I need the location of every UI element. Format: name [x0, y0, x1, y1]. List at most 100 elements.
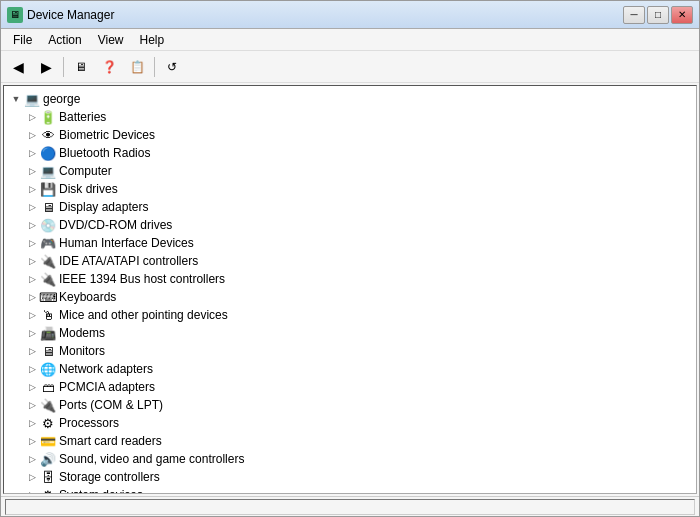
device-label: Bluetooth Radios — [59, 146, 150, 160]
device-icon: 💿 — [40, 217, 56, 233]
tree-item[interactable]: ▷🔌Ports (COM & LPT) — [4, 396, 696, 414]
statusbar — [1, 496, 699, 516]
tree-expander[interactable]: ▷ — [24, 127, 40, 143]
device-label: Processors — [59, 416, 119, 430]
forward-button[interactable]: ▶ — [33, 55, 59, 79]
device-label: Modems — [59, 326, 105, 340]
tree-item[interactable]: ▷🖱Mice and other pointing devices — [4, 306, 696, 324]
device-label: Batteries — [59, 110, 106, 124]
device-label: Keyboards — [59, 290, 116, 304]
tree-expander[interactable]: ▷ — [24, 325, 40, 341]
device-icon: 🔌 — [40, 253, 56, 269]
tree-item[interactable]: ▷🔊Sound, video and game controllers — [4, 450, 696, 468]
device-icon: 🗃 — [40, 379, 56, 395]
device-icon: 💻 — [24, 91, 40, 107]
tree-expander[interactable]: ▷ — [24, 379, 40, 395]
tree-expander[interactable]: ▷ — [24, 397, 40, 413]
tree-expander[interactable]: ▷ — [24, 469, 40, 485]
device-label: Human Interface Devices — [59, 236, 194, 250]
tree-item[interactable]: ▷⚙Processors — [4, 414, 696, 432]
toolbar-separator-2 — [154, 57, 155, 77]
close-button[interactable]: ✕ — [671, 6, 693, 24]
tree-item[interactable]: ▷🔌IEEE 1394 Bus host controllers — [4, 270, 696, 288]
tree-expander[interactable]: ▷ — [24, 199, 40, 215]
tree-expander[interactable]: ▷ — [24, 109, 40, 125]
tree-item[interactable]: ▷🔌IDE ATA/ATAPI controllers — [4, 252, 696, 270]
tree-expander[interactable]: ▷ — [24, 253, 40, 269]
tree-root-node[interactable]: ▼💻george — [4, 90, 696, 108]
tree-expander[interactable]: ▷ — [24, 163, 40, 179]
tree-expander[interactable]: ▷ — [24, 181, 40, 197]
device-icon: 🔵 — [40, 145, 56, 161]
device-icon: ⚙ — [40, 415, 56, 431]
tree-expander[interactable]: ▷ — [24, 235, 40, 251]
device-icon: 🔌 — [40, 271, 56, 287]
device-label: Ports (COM & LPT) — [59, 398, 163, 412]
minimize-button[interactable]: ─ — [623, 6, 645, 24]
tree-item[interactable]: ▷🖥Monitors — [4, 342, 696, 360]
help-button[interactable]: ❓ — [96, 55, 122, 79]
computer-button[interactable]: 🖥 — [68, 55, 94, 79]
window-title: Device Manager — [27, 8, 114, 22]
device-label: Computer — [59, 164, 112, 178]
device-icon: 🖥 — [40, 343, 56, 359]
statusbar-panel — [5, 499, 695, 515]
menu-help[interactable]: Help — [132, 31, 173, 49]
main-content: ▼💻george▷🔋Batteries▷👁Biometric Devices▷🔵… — [1, 83, 699, 496]
tree-item[interactable]: ▷💳Smart card readers — [4, 432, 696, 450]
device-icon: 💻 — [40, 163, 56, 179]
device-label: IDE ATA/ATAPI controllers — [59, 254, 198, 268]
toolbar-separator-1 — [63, 57, 64, 77]
tree-item[interactable]: ▷🔵Bluetooth Radios — [4, 144, 696, 162]
device-label: Smart card readers — [59, 434, 162, 448]
tree-item[interactable]: ▷💾Disk drives — [4, 180, 696, 198]
tree-item[interactable]: ▷👁Biometric Devices — [4, 126, 696, 144]
device-icon: 🔌 — [40, 397, 56, 413]
tree-item[interactable]: ▷🌐Network adapters — [4, 360, 696, 378]
tree-item[interactable]: ▷🗄Storage controllers — [4, 468, 696, 486]
tree-expander[interactable]: ▷ — [24, 451, 40, 467]
titlebar-buttons: ─ □ ✕ — [623, 6, 693, 24]
tree-expander[interactable]: ▷ — [24, 307, 40, 323]
menu-view[interactable]: View — [90, 31, 132, 49]
tree-item[interactable]: ▷🎮Human Interface Devices — [4, 234, 696, 252]
tree-expander[interactable]: ▷ — [24, 217, 40, 233]
back-button[interactable]: ◀ — [5, 55, 31, 79]
tree-item[interactable]: ▷💿DVD/CD-ROM drives — [4, 216, 696, 234]
device-icon: 🎮 — [40, 235, 56, 251]
tree-item[interactable]: ▷📠Modems — [4, 324, 696, 342]
device-label: george — [43, 92, 80, 106]
device-icon: 💳 — [40, 433, 56, 449]
tree-expander[interactable]: ▷ — [24, 361, 40, 377]
titlebar: 🖥 Device Manager ─ □ ✕ — [1, 1, 699, 29]
device-manager-window: 🖥 Device Manager ─ □ ✕ File Action View … — [0, 0, 700, 517]
tree-item[interactable]: ▷🖥Display adapters — [4, 198, 696, 216]
tree-expander[interactable]: ▼ — [8, 91, 24, 107]
menu-file[interactable]: File — [5, 31, 40, 49]
tree-item[interactable]: ▷⌨Keyboards — [4, 288, 696, 306]
refresh-button[interactable]: ↺ — [159, 55, 185, 79]
maximize-button[interactable]: □ — [647, 6, 669, 24]
tree-expander[interactable]: ▷ — [24, 145, 40, 161]
tree-expander[interactable]: ▷ — [24, 343, 40, 359]
toolbar: ◀ ▶ 🖥 ❓ 📋 ↺ — [1, 51, 699, 83]
menu-action[interactable]: Action — [40, 31, 89, 49]
device-label: Network adapters — [59, 362, 153, 376]
device-label: PCMCIA adapters — [59, 380, 155, 394]
tree-item[interactable]: ▷⚙System devices — [4, 486, 696, 494]
tree-root: ▼💻george▷🔋Batteries▷👁Biometric Devices▷🔵… — [4, 86, 696, 494]
tree-expander[interactable]: ▷ — [24, 271, 40, 287]
device-tree[interactable]: ▼💻george▷🔋Batteries▷👁Biometric Devices▷🔵… — [3, 85, 697, 494]
tree-item[interactable]: ▷🔋Batteries — [4, 108, 696, 126]
tree-expander[interactable]: ▷ — [24, 433, 40, 449]
tree-item[interactable]: ▷🗃PCMCIA adapters — [4, 378, 696, 396]
tree-expander[interactable]: ▷ — [24, 415, 40, 431]
titlebar-left: 🖥 Device Manager — [7, 7, 114, 23]
tree-item[interactable]: ▷💻Computer — [4, 162, 696, 180]
device-icon: 🌐 — [40, 361, 56, 377]
device-icon: 🗄 — [40, 469, 56, 485]
tree-expander[interactable]: ▷ — [24, 487, 40, 494]
device-icon: ⌨ — [40, 289, 56, 305]
device-icon: 🔊 — [40, 451, 56, 467]
properties-button[interactable]: 📋 — [124, 55, 150, 79]
